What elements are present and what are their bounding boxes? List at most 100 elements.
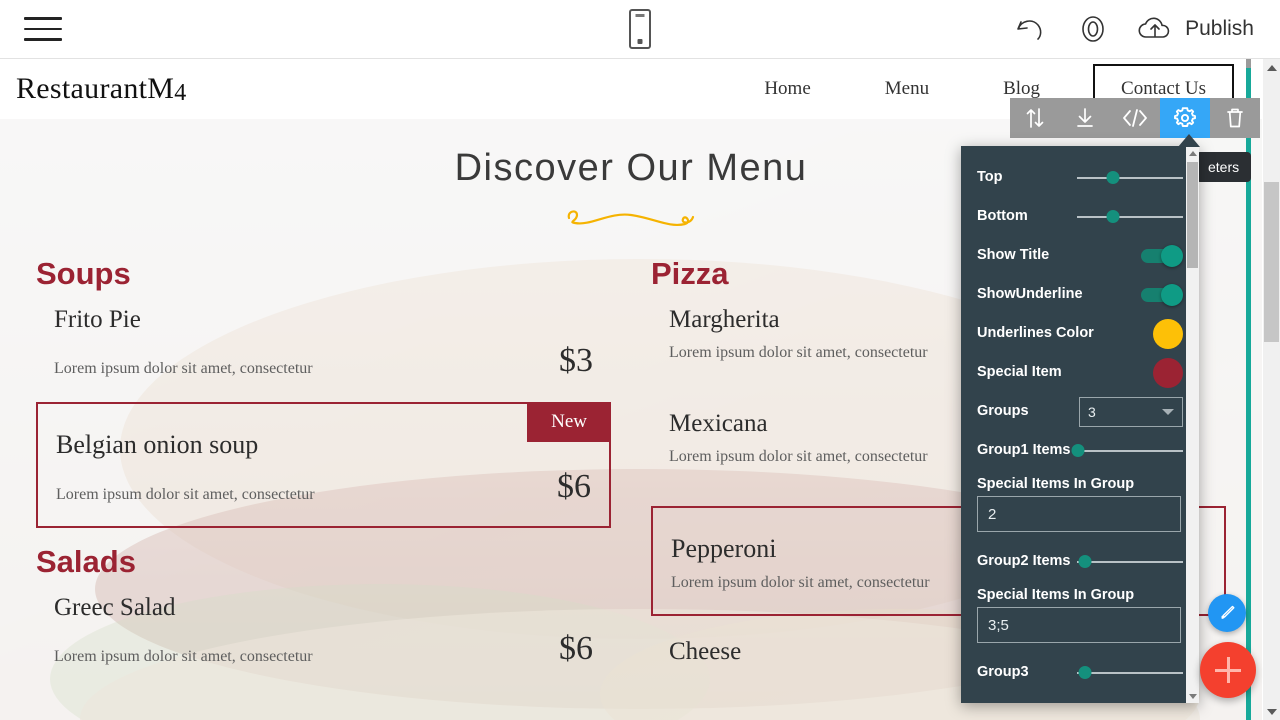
move-block-button[interactable] xyxy=(1010,98,1060,138)
item-name: Greec Salad xyxy=(54,594,176,621)
builder-app: Publish RestaurantM4 Home Menu Blog Cont… xyxy=(0,0,1280,720)
chevron-down-icon xyxy=(1162,408,1174,415)
setting-label: Show Title xyxy=(977,247,1050,264)
add-block-fab[interactable] xyxy=(1200,642,1256,698)
setting-bottom: Bottom xyxy=(977,199,1183,234)
undo-icon[interactable] xyxy=(1011,9,1051,49)
delete-block-button[interactable] xyxy=(1210,98,1260,138)
panel-scrollbar[interactable] xyxy=(1186,146,1199,703)
publish-button[interactable]: Publish xyxy=(1135,14,1254,44)
setting-group1-items: Group1 Items xyxy=(977,433,1183,468)
builder-top-bar: Publish xyxy=(0,0,1280,59)
group2-items-slider[interactable] xyxy=(1077,553,1183,571)
item-row: Lorem ipsum dolor sit amet, consectetur … xyxy=(54,344,593,378)
edge-accent-top xyxy=(1246,59,1251,68)
hamburger-icon[interactable] xyxy=(24,12,64,46)
slider-track xyxy=(1077,449,1183,452)
menu-item[interactable]: Frito Pie Lorem ipsum dolor sit amet, co… xyxy=(36,300,611,388)
scroll-down-icon[interactable] xyxy=(1263,703,1280,720)
scroll-up-icon[interactable] xyxy=(1186,146,1199,160)
group-title: Salads xyxy=(36,544,136,579)
menu-group-salads: Salads Greec Salad Lorem ipsum dolor sit… xyxy=(36,544,611,676)
nav-item-home[interactable]: Home xyxy=(727,78,847,100)
window-scrollbar-thumb[interactable] xyxy=(1264,182,1279,342)
group1-special-items-input[interactable] xyxy=(977,496,1181,532)
group2-special-items-label: Special Items In Group xyxy=(977,587,1135,603)
block-toolbar xyxy=(1010,98,1260,138)
slider-knob[interactable] xyxy=(1106,210,1120,223)
builder-bar-actions: Publish xyxy=(1011,9,1254,49)
menu-item[interactable]: Greec Salad Lorem ipsum dolor sit amet, … xyxy=(36,588,611,676)
item-price: $6 xyxy=(559,630,593,667)
window-scrollbar[interactable] xyxy=(1263,59,1280,720)
slider-track xyxy=(1077,560,1183,563)
group1-items-slider[interactable] xyxy=(1071,442,1183,460)
top-slider[interactable] xyxy=(1077,169,1183,187)
pen-icon xyxy=(1221,605,1235,619)
item-description: Lorem ipsum dolor sit amet, consectetur xyxy=(669,448,928,465)
nav-item-menu[interactable]: Menu xyxy=(848,78,966,100)
scroll-down-icon[interactable] xyxy=(1186,689,1199,703)
block-parameters-button[interactable] xyxy=(1160,98,1210,138)
item-row: Lorem ipsum dolor sit amet, consectetur … xyxy=(56,470,591,504)
item-name: Frito Pie xyxy=(54,306,141,333)
site-brand[interactable]: RestaurantM4 xyxy=(16,72,187,107)
setting-group3-items: Group3 xyxy=(977,655,1183,690)
group1-special-items-label: Special Items In Group xyxy=(977,476,1135,492)
item-description: Lorem ipsum dolor sit amet, consectetur xyxy=(56,486,315,503)
trash-icon xyxy=(1227,108,1243,128)
special-item-color-swatch[interactable] xyxy=(1153,357,1183,388)
scroll-up-icon[interactable] xyxy=(1263,59,1280,76)
group3-items-slider[interactable] xyxy=(1077,664,1183,682)
groups-select-value: 3 xyxy=(1088,403,1096,420)
block-settings-panel: Top Bottom Show Title ShowUnderline Unde… xyxy=(961,146,1199,703)
setting-label: Underlines Color xyxy=(977,325,1094,342)
download-block-button[interactable] xyxy=(1060,98,1110,138)
slider-track xyxy=(1077,215,1183,218)
group2-special-items-input[interactable] xyxy=(977,607,1181,643)
show-underline-toggle[interactable] xyxy=(1141,283,1183,306)
brand-number: 4 xyxy=(174,79,187,106)
mobile-preview-icon[interactable] xyxy=(629,9,651,49)
setting-label: Group2 Items xyxy=(977,553,1071,570)
setting-top: Top xyxy=(977,160,1183,195)
slider-track xyxy=(1077,671,1183,674)
item-description: Lorem ipsum dolor sit amet, consectetur xyxy=(669,344,928,361)
menu-group-soups: Soups Frito Pie Lorem ipsum dolor sit am… xyxy=(36,256,611,528)
setting-label: Special Item xyxy=(977,364,1062,381)
underlines-color-swatch[interactable] xyxy=(1153,318,1183,349)
item-description: Lorem ipsum dolor sit amet, consectetur xyxy=(54,360,313,377)
item-price: $3 xyxy=(559,342,593,379)
bottom-slider[interactable] xyxy=(1077,208,1183,226)
status-badge: New xyxy=(527,402,611,442)
slider-knob[interactable] xyxy=(1071,444,1085,457)
item-row: Lorem ipsum dolor sit amet, consectetur … xyxy=(54,632,593,666)
pen-edit-fab[interactable] xyxy=(1208,594,1246,632)
setting-underlines-color: Underlines Color xyxy=(977,316,1183,351)
eye-preview-icon[interactable] xyxy=(1073,9,1113,49)
groups-select[interactable]: 3 xyxy=(1079,396,1183,427)
nav-item-blog[interactable]: Blog xyxy=(966,78,1077,100)
setting-show-title: Show Title xyxy=(977,238,1183,273)
slider-knob[interactable] xyxy=(1078,555,1092,568)
brand-name: RestaurantM xyxy=(16,71,175,105)
publish-label: Publish xyxy=(1185,17,1254,40)
edit-code-button[interactable] xyxy=(1110,98,1160,138)
setting-show-underline: ShowUnderline xyxy=(977,277,1183,312)
menu-item-special[interactable]: New Belgian onion soup Lorem ipsum dolor… xyxy=(36,402,611,528)
setting-label: Top xyxy=(977,169,1003,186)
setting-label: ShowUnderline xyxy=(977,286,1083,303)
code-brackets-icon xyxy=(1123,109,1147,127)
panel-caret xyxy=(1178,134,1200,147)
item-description: Lorem ipsum dolor sit amet, consectetur xyxy=(54,648,313,665)
item-description: Lorem ipsum dolor sit amet, consectetur xyxy=(671,574,930,591)
slider-knob[interactable] xyxy=(1106,171,1120,184)
setting-label: Group1 Items xyxy=(977,442,1071,459)
setting-groups: Groups 3 xyxy=(977,394,1183,429)
show-title-toggle[interactable] xyxy=(1141,244,1183,267)
panel-scrollbar-thumb[interactable] xyxy=(1187,162,1198,268)
slider-knob[interactable] xyxy=(1078,666,1092,679)
toggle-knob xyxy=(1161,283,1183,306)
settings-scroll-area: Top Bottom Show Title ShowUnderline Unde… xyxy=(961,146,1199,703)
group-title: Soups xyxy=(36,256,131,291)
